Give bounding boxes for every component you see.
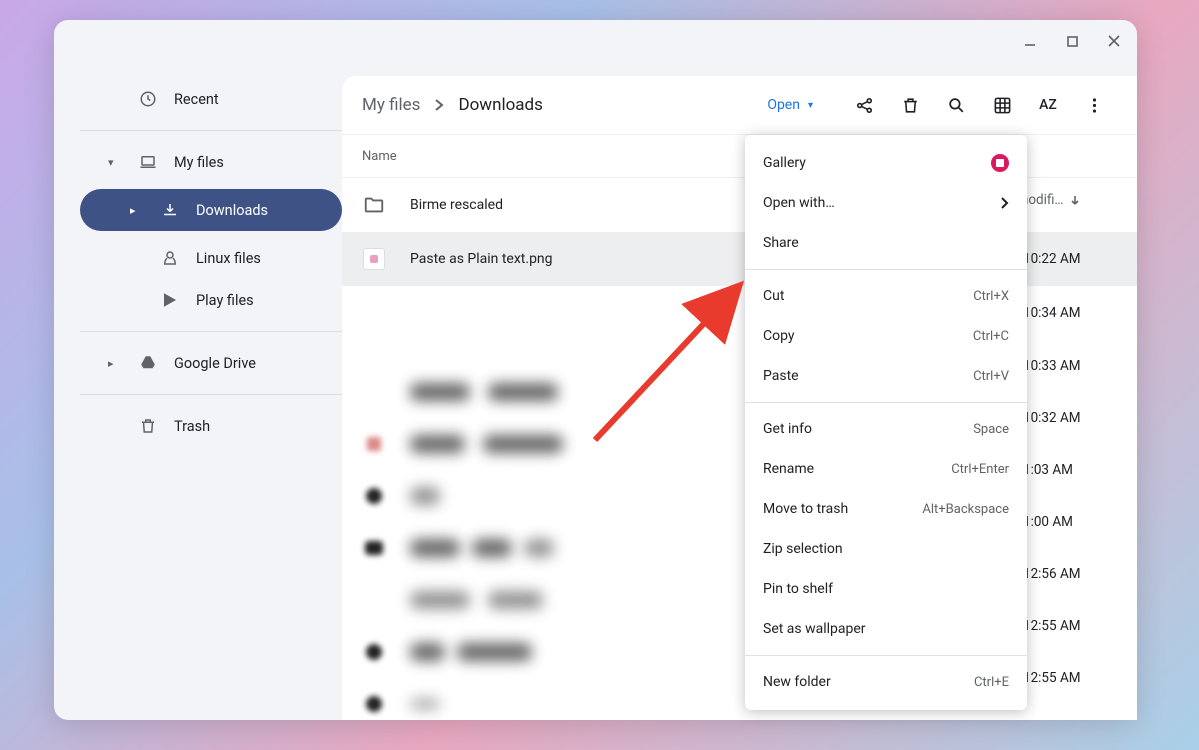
delete-button[interactable] (887, 96, 933, 115)
menu-item-gallery[interactable]: Gallery (745, 143, 1027, 183)
chevron-right-icon (1001, 197, 1009, 209)
sidebar: Recent ▾ My files ▸ Downloads (80, 62, 342, 720)
image-thumb-icon (362, 247, 386, 271)
menu-item-wallpaper[interactable]: Set as wallpaper (745, 609, 1027, 649)
menu-item-getinfo[interactable]: Get info Space (745, 409, 1027, 449)
trash-icon (138, 416, 158, 436)
chevron-down-icon: ▾ (108, 156, 118, 169)
menu-item-cut[interactable]: Cut Ctrl+X (745, 276, 1027, 316)
menu-item-newfolder[interactable]: New folder Ctrl+E (745, 662, 1027, 702)
menu-item-share[interactable]: Share (745, 223, 1027, 263)
sidebar-label-myfiles: My files (174, 154, 224, 171)
sidebar-item-myfiles[interactable]: ▾ My files (80, 141, 342, 183)
view-grid-button[interactable] (979, 96, 1025, 115)
sidebar-item-gdrive[interactable]: ▸ Google Drive (80, 342, 342, 384)
sort-button[interactable]: AZ (1025, 97, 1071, 113)
clock-icon (138, 89, 158, 109)
chevron-right-icon: ▸ (130, 204, 140, 217)
play-icon (160, 290, 180, 310)
more-button[interactable] (1071, 96, 1117, 115)
sidebar-item-play[interactable]: Play files (80, 279, 342, 321)
sidebar-item-recent[interactable]: Recent (80, 78, 342, 120)
open-button[interactable]: Open ▾ (767, 97, 813, 113)
menu-item-rename[interactable]: Rename Ctrl+Enter (745, 449, 1027, 489)
download-icon (160, 200, 180, 220)
sidebar-label-recent: Recent (174, 91, 219, 108)
minimize-button[interactable] (1021, 32, 1039, 50)
sidebar-item-trash[interactable]: Trash (80, 405, 342, 447)
caret-down-icon: ▾ (808, 100, 813, 111)
sidebar-item-linux[interactable]: Linux files (80, 237, 342, 279)
chevron-right-icon: ▸ (108, 357, 118, 370)
laptop-icon (138, 152, 158, 172)
sidebar-item-downloads[interactable]: ▸ Downloads (80, 189, 342, 231)
menu-item-pin[interactable]: Pin to shelf (745, 569, 1027, 609)
breadcrumb-current: Downloads (458, 95, 542, 115)
share-button[interactable] (841, 96, 887, 115)
maximize-button[interactable] (1063, 32, 1081, 50)
menu-item-copy[interactable]: Copy Ctrl+C (745, 316, 1027, 356)
folder-icon (362, 193, 386, 217)
context-menu: Gallery Open with… Share Cut Ctrl+X Copy… (745, 135, 1027, 710)
linux-icon (160, 248, 180, 268)
sidebar-label-trash: Trash (174, 418, 210, 435)
close-button[interactable] (1105, 32, 1123, 50)
gallery-icon (991, 154, 1009, 172)
chevron-right-icon (434, 98, 444, 112)
menu-item-zip[interactable]: Zip selection (745, 529, 1027, 569)
search-button[interactable] (933, 96, 979, 115)
sidebar-label-linux: Linux files (196, 250, 261, 267)
content-header: My files Downloads Open ▾ (342, 76, 1137, 134)
breadcrumb-parent[interactable]: My files (362, 95, 420, 115)
sidebar-label-gdrive: Google Drive (174, 355, 256, 372)
menu-item-openwith[interactable]: Open with… (745, 183, 1027, 223)
sidebar-label-downloads: Downloads (196, 202, 268, 219)
titlebar (54, 20, 1137, 62)
menu-item-trash[interactable]: Move to trash Alt+Backspace (745, 489, 1027, 529)
drive-icon (138, 353, 158, 373)
sidebar-label-play: Play files (196, 292, 254, 309)
menu-item-paste[interactable]: Paste Ctrl+V (745, 356, 1027, 396)
